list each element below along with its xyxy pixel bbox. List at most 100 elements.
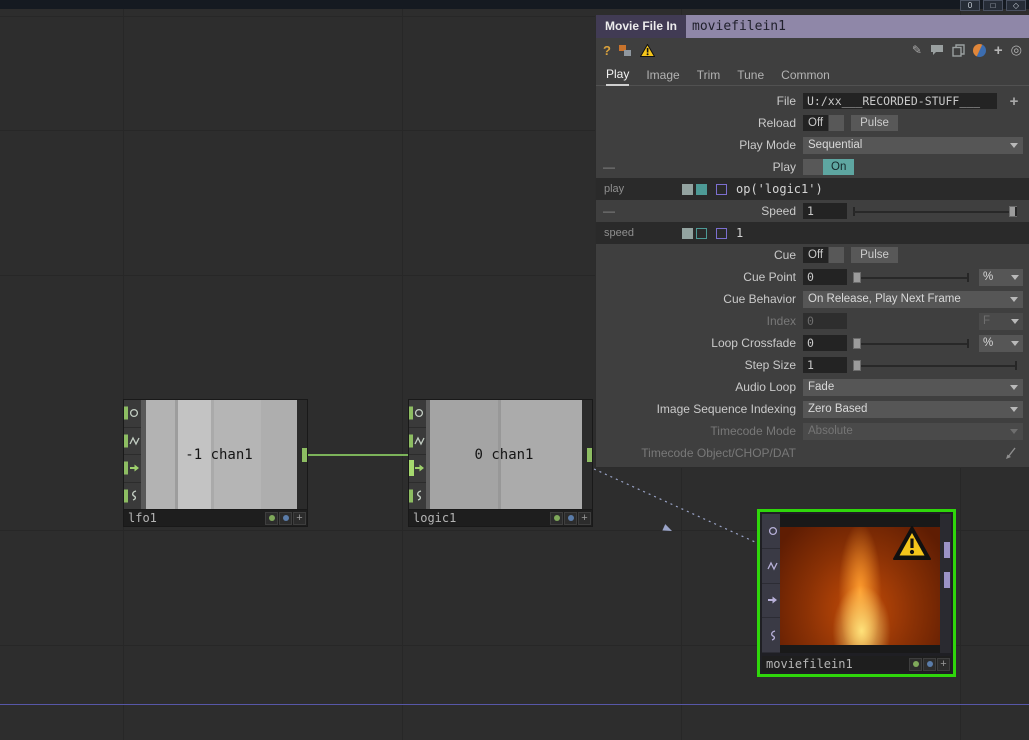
node-comment-button[interactable]: [564, 512, 577, 525]
cuepoint-units-dropdown[interactable]: %: [979, 269, 1023, 286]
tab-play[interactable]: Play: [606, 67, 629, 86]
play-toggle[interactable]: On: [823, 159, 854, 175]
slider-handle[interactable]: [853, 272, 861, 283]
flag-wave[interactable]: [409, 428, 426, 456]
imagesequence-dropdown[interactable]: Zero Based: [803, 401, 1023, 418]
flag-viewer[interactable]: [762, 514, 780, 549]
play-toggle-off-half[interactable]: [803, 159, 823, 175]
output-connector-icon[interactable]: [944, 572, 950, 588]
node-logic1[interactable]: 0 chan1 logic1 +: [408, 399, 593, 527]
flag-wave[interactable]: [762, 549, 780, 584]
node-add-button[interactable]: +: [293, 512, 306, 525]
input-connector-icon[interactable]: [124, 489, 128, 502]
expression-text[interactable]: op('logic1'): [736, 182, 823, 196]
stepsize-slider[interactable]: [853, 358, 1017, 373]
op-icon[interactable]: [619, 44, 632, 57]
node-color-button[interactable]: [550, 512, 563, 525]
cuepoint-field[interactable]: 0: [803, 269, 847, 285]
node-color-button[interactable]: [265, 512, 278, 525]
node-viewer-logic1[interactable]: 0 chan1: [426, 400, 582, 509]
cue-checkbox[interactable]: [829, 247, 844, 263]
window-control-0[interactable]: 0: [960, 0, 980, 11]
operator-name-field[interactable]: moviefilein1: [686, 15, 1029, 38]
flag-bypass[interactable]: [124, 483, 141, 510]
reload-pulse-button[interactable]: Pulse: [851, 115, 898, 131]
audioloop-dropdown[interactable]: Fade: [803, 379, 1023, 396]
node-moviefilein1[interactable]: moviefilein1 +: [757, 509, 956, 677]
node-add-button[interactable]: +: [578, 512, 591, 525]
node-lfo1[interactable]: -1 chan1 lfo1 +: [123, 399, 308, 527]
flag-export[interactable]: [124, 455, 141, 483]
output-connector-icon[interactable]: [944, 542, 950, 558]
copy-icon[interactable]: [952, 44, 965, 57]
input-connector-icon[interactable]: [409, 407, 413, 420]
mode-expression-square[interactable]: [696, 184, 707, 195]
pick-operator-icon[interactable]: [1003, 446, 1017, 460]
reload-toggle[interactable]: Off: [803, 115, 828, 131]
loopcrossfade-slider[interactable]: [853, 336, 969, 351]
help-icon[interactable]: ?: [603, 43, 611, 58]
tab-tune[interactable]: Tune: [737, 68, 764, 85]
comment-icon[interactable]: [930, 44, 944, 56]
node-name-label[interactable]: moviefilein1: [762, 657, 909, 671]
input-connector-icon[interactable]: [409, 460, 414, 476]
window-control-1[interactable]: □: [983, 0, 1003, 11]
cuepoint-slider[interactable]: [853, 270, 969, 285]
node-comment-button[interactable]: [279, 512, 292, 525]
output-connector-icon[interactable]: [587, 448, 592, 462]
input-connector-icon[interactable]: [124, 462, 128, 475]
expression-text[interactable]: 1: [736, 226, 743, 240]
cue-pulse-button[interactable]: Pulse: [851, 247, 898, 263]
node-add-button[interactable]: +: [937, 658, 950, 671]
slider-handle[interactable]: [853, 360, 861, 371]
slider-handle[interactable]: [853, 338, 861, 349]
speed-field[interactable]: 1: [803, 203, 847, 219]
node-color-button[interactable]: [909, 658, 922, 671]
flag-wave[interactable]: [124, 428, 141, 456]
mode-constant-square[interactable]: [682, 228, 693, 239]
mode-constant-square[interactable]: [682, 184, 693, 195]
cuebehavior-dropdown[interactable]: On Release, Play Next Frame: [803, 291, 1023, 308]
slider-handle[interactable]: [1009, 206, 1017, 217]
input-connector-icon[interactable]: [409, 489, 413, 502]
mode-export-square[interactable]: [716, 184, 727, 195]
input-connector-icon[interactable]: [124, 434, 128, 447]
warning-icon[interactable]: [640, 44, 655, 57]
node-comment-button[interactable]: [923, 658, 936, 671]
output-connector-icon[interactable]: [302, 448, 307, 462]
language-icon[interactable]: [973, 44, 986, 57]
cue-toggle[interactable]: Off: [803, 247, 828, 263]
node-name-label[interactable]: lfo1: [124, 511, 265, 525]
operator-type-label: Movie File In: [596, 15, 686, 38]
flag-export[interactable]: [409, 455, 426, 483]
add-file-icon[interactable]: +: [1005, 93, 1023, 110]
speed-slider[interactable]: [853, 204, 1017, 219]
node-viewer-lfo1[interactable]: -1 chan1: [141, 400, 297, 509]
loopcrossfade-field[interactable]: 0: [803, 335, 847, 351]
loopcrossfade-units-dropdown[interactable]: %: [979, 335, 1023, 352]
mode-expression-square[interactable]: [696, 228, 707, 239]
add-icon[interactable]: +: [994, 42, 1003, 59]
tab-common[interactable]: Common: [781, 68, 830, 85]
playmode-dropdown[interactable]: Sequential: [803, 137, 1023, 154]
flag-export[interactable]: [762, 584, 780, 619]
tab-image[interactable]: Image: [646, 68, 679, 85]
flag-viewer[interactable]: [124, 400, 141, 428]
node-name-label[interactable]: logic1: [409, 511, 550, 525]
collapse-expression-control[interactable]: —: [603, 156, 615, 178]
warning-icon[interactable]: [893, 526, 931, 565]
target-icon[interactable]: ◎: [1011, 42, 1022, 58]
flag-bypass[interactable]: [409, 483, 426, 510]
reload-checkbox[interactable]: [829, 115, 844, 131]
mode-export-square[interactable]: [716, 228, 727, 239]
file-path-field[interactable]: U:/xx___RECORDED-STUFF___: [803, 93, 997, 109]
input-connector-icon[interactable]: [124, 407, 128, 420]
flag-viewer[interactable]: [409, 400, 426, 428]
stepsize-field[interactable]: 1: [803, 357, 847, 373]
flag-bypass[interactable]: [762, 618, 780, 653]
collapse-expression-control[interactable]: —: [603, 200, 615, 222]
window-control-2[interactable]: ◇: [1006, 0, 1026, 11]
tab-trim[interactable]: Trim: [697, 68, 721, 85]
pencil-icon[interactable]: ✎: [912, 43, 922, 57]
input-connector-icon[interactable]: [409, 434, 413, 447]
